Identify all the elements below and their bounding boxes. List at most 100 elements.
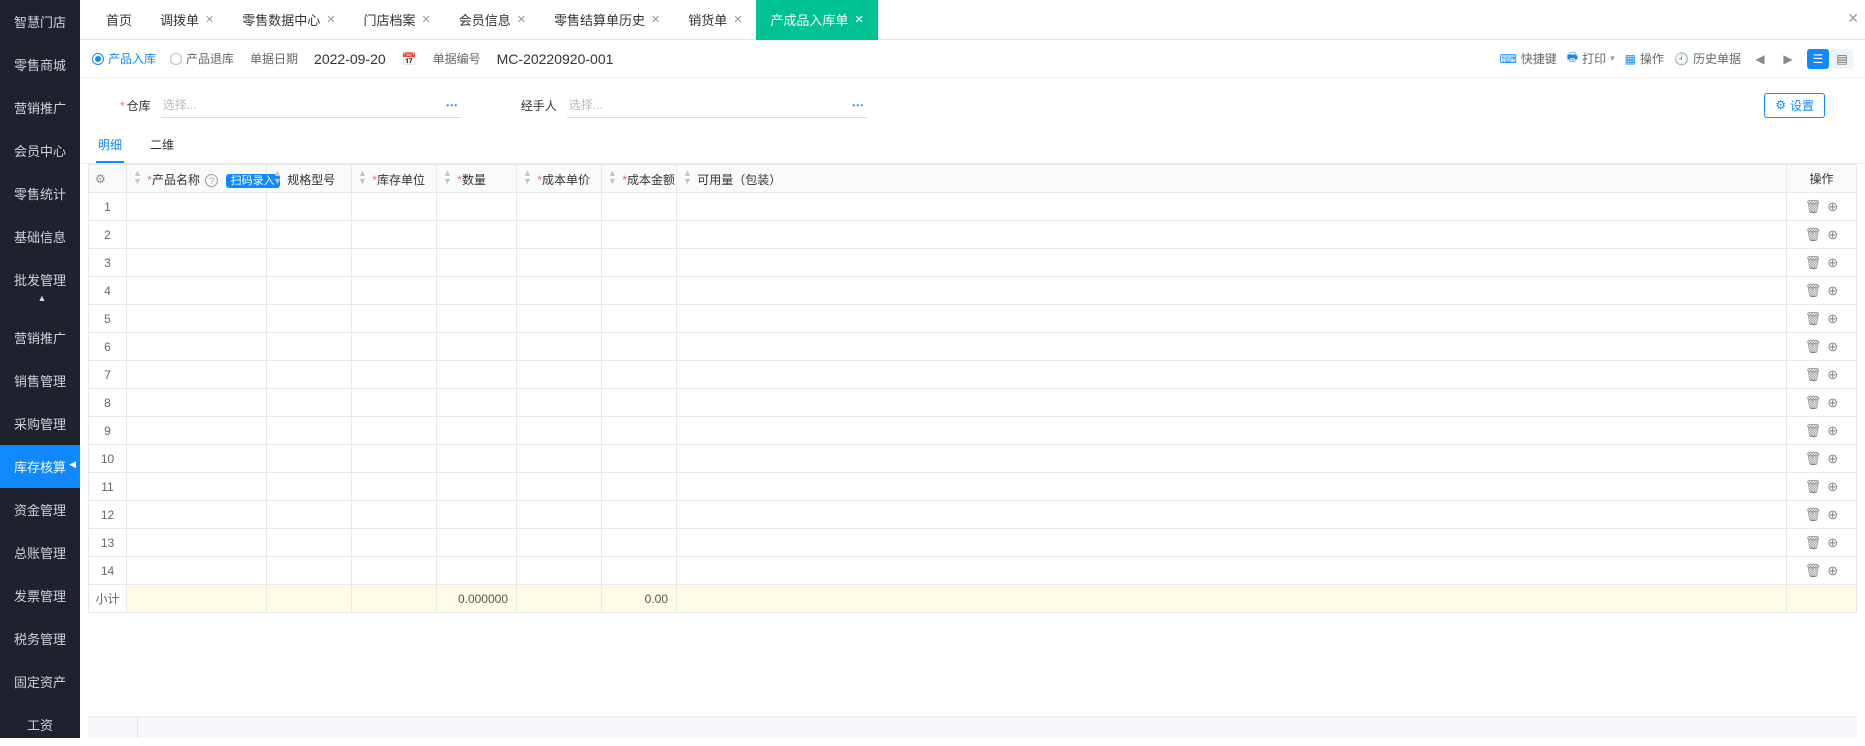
cell[interactable] xyxy=(267,501,352,529)
cell[interactable] xyxy=(127,249,267,277)
subtab-detail[interactable]: 明细 xyxy=(96,128,124,163)
close-icon[interactable]: ✕ xyxy=(854,13,863,26)
table-row[interactable]: 13🗑⊕ xyxy=(89,529,1857,557)
cell[interactable] xyxy=(352,277,437,305)
add-row-icon[interactable]: ⊕ xyxy=(1827,395,1838,410)
cell[interactable] xyxy=(677,473,1787,501)
cell[interactable] xyxy=(517,389,602,417)
add-row-icon[interactable]: ⊕ xyxy=(1827,227,1838,242)
cell[interactable] xyxy=(267,417,352,445)
cell[interactable] xyxy=(517,417,602,445)
sort-icon[interactable]: ▲▼ xyxy=(608,169,617,185)
sidebar-item[interactable]: 零售商城 xyxy=(0,43,80,86)
cell[interactable] xyxy=(352,193,437,221)
sidebar-item[interactable]: 基础信息 xyxy=(0,215,80,258)
delete-row-icon[interactable]: 🗑 xyxy=(1805,199,1822,214)
delete-row-icon[interactable]: 🗑 xyxy=(1805,395,1822,410)
page-tab[interactable]: 首页 xyxy=(92,0,146,40)
cell[interactable] xyxy=(267,445,352,473)
cell[interactable] xyxy=(517,529,602,557)
cell[interactable] xyxy=(437,501,517,529)
cell[interactable] xyxy=(437,557,517,585)
add-row-icon[interactable]: ⊕ xyxy=(1827,563,1838,578)
cell[interactable] xyxy=(517,221,602,249)
prev-doc-arrow[interactable]: ◀ xyxy=(1751,50,1769,68)
cell[interactable] xyxy=(352,249,437,277)
cell[interactable] xyxy=(602,361,677,389)
doc-date-value[interactable]: 2022-09-20 xyxy=(314,51,386,67)
close-icon[interactable]: ✕ xyxy=(651,13,660,26)
cell[interactable] xyxy=(352,529,437,557)
cell[interactable] xyxy=(267,221,352,249)
subtab-two-d[interactable]: 二维 xyxy=(148,128,176,163)
cell[interactable] xyxy=(602,473,677,501)
help-icon[interactable]: ? xyxy=(205,174,218,187)
add-row-icon[interactable]: ⊕ xyxy=(1827,423,1838,438)
add-row-icon[interactable]: ⊕ xyxy=(1827,311,1838,326)
close-icon[interactable]: ✕ xyxy=(326,13,335,26)
sort-icon[interactable]: ▲▼ xyxy=(523,169,532,185)
cell[interactable] xyxy=(602,249,677,277)
delete-row-icon[interactable]: 🗑 xyxy=(1805,283,1822,298)
cell[interactable] xyxy=(677,221,1787,249)
add-row-icon[interactable]: ⊕ xyxy=(1827,367,1838,382)
cell[interactable] xyxy=(677,389,1787,417)
delete-row-icon[interactable]: 🗑 xyxy=(1805,339,1822,354)
cell[interactable] xyxy=(267,529,352,557)
cell[interactable] xyxy=(677,417,1787,445)
sidebar-item[interactable]: 工资 xyxy=(0,703,80,746)
cell[interactable] xyxy=(677,529,1787,557)
operations-link[interactable]: ▦ 操作 xyxy=(1625,50,1664,67)
delete-row-icon[interactable]: 🗑 xyxy=(1805,255,1822,270)
sort-icon[interactable]: ▲▼ xyxy=(443,169,452,185)
cell[interactable] xyxy=(127,473,267,501)
add-row-icon[interactable]: ⊕ xyxy=(1827,451,1838,466)
cell[interactable] xyxy=(267,557,352,585)
history-link[interactable]: 🕘 历史单据 xyxy=(1674,50,1741,67)
sidebar-item[interactable]: 库存核算◀ xyxy=(0,445,80,488)
cell[interactable] xyxy=(267,277,352,305)
page-tab[interactable]: 销货单✕ xyxy=(674,0,756,40)
cell[interactable] xyxy=(677,249,1787,277)
cell[interactable] xyxy=(517,557,602,585)
gear-icon[interactable]: ⚙ xyxy=(95,172,106,186)
close-icon[interactable]: ✕ xyxy=(205,13,214,26)
cell[interactable] xyxy=(677,277,1787,305)
cell[interactable] xyxy=(352,333,437,361)
radio-product-out[interactable]: 产品退库 xyxy=(170,50,234,67)
cell[interactable] xyxy=(127,193,267,221)
cell[interactable] xyxy=(602,305,677,333)
col-available[interactable]: ▲▼ 可用量（包装） xyxy=(677,165,1787,193)
view-list-button[interactable]: ☰ xyxy=(1807,49,1829,69)
cell[interactable] xyxy=(267,389,352,417)
delete-row-icon[interactable]: 🗑 xyxy=(1805,367,1822,382)
cell[interactable] xyxy=(437,249,517,277)
close-icon[interactable]: ✕ xyxy=(422,13,431,26)
delete-row-icon[interactable]: 🗑 xyxy=(1805,227,1822,242)
warehouse-select[interactable]: 选择... ⋯ xyxy=(161,92,461,118)
settings-button[interactable]: ⚙ 设置 xyxy=(1764,93,1825,118)
cell[interactable] xyxy=(127,277,267,305)
add-row-icon[interactable]: ⊕ xyxy=(1827,507,1838,522)
cell[interactable] xyxy=(677,557,1787,585)
cell[interactable] xyxy=(127,305,267,333)
shortcut-key-link[interactable]: ⌨ 快捷键 xyxy=(1499,50,1556,67)
column-settings-header[interactable]: ⚙ xyxy=(89,165,127,193)
add-row-icon[interactable]: ⊕ xyxy=(1827,199,1838,214)
cell[interactable] xyxy=(437,193,517,221)
cell[interactable] xyxy=(437,333,517,361)
cell[interactable] xyxy=(437,277,517,305)
table-row[interactable]: 4🗑⊕ xyxy=(89,277,1857,305)
next-doc-arrow[interactable]: ▶ xyxy=(1779,50,1797,68)
cell[interactable] xyxy=(437,389,517,417)
cell[interactable] xyxy=(127,221,267,249)
sidebar-item[interactable]: 会员中心 xyxy=(0,129,80,172)
cell[interactable] xyxy=(517,193,602,221)
page-tab[interactable]: 产成品入库单✕ xyxy=(756,0,877,40)
cell[interactable] xyxy=(127,501,267,529)
calendar-icon[interactable]: 📅 xyxy=(402,52,417,66)
page-tab[interactable]: 调拨单✕ xyxy=(146,0,228,40)
cell[interactable] xyxy=(517,445,602,473)
cell[interactable] xyxy=(352,305,437,333)
sidebar-item[interactable]: 智慧门店 xyxy=(0,0,80,43)
